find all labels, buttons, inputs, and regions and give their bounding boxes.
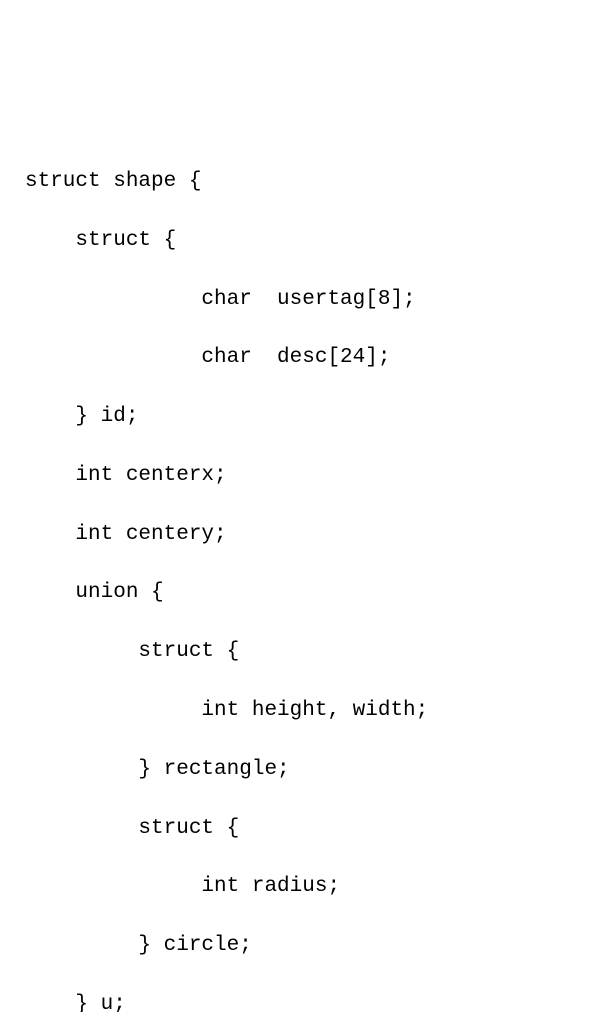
code-line: struct { (25, 814, 579, 843)
code-line: union { (25, 578, 579, 607)
code-line: int radius; (25, 872, 579, 901)
code-line: struct shape { (25, 167, 579, 196)
code-line: } u; (25, 990, 579, 1012)
code-line: char desc[24]; (25, 343, 579, 372)
code-line: int height, width; (25, 696, 579, 725)
code-line: } id; (25, 402, 579, 431)
code-line: int centerx; (25, 461, 579, 490)
code-line: struct { (25, 637, 579, 666)
code-line: } rectangle; (25, 755, 579, 784)
code-line: } circle; (25, 931, 579, 960)
code-line: struct { (25, 226, 579, 255)
code-snippet: struct shape { struct { char usertag[8];… (25, 138, 579, 1012)
code-line: char usertag[8]; (25, 285, 579, 314)
code-line: int centery; (25, 520, 579, 549)
